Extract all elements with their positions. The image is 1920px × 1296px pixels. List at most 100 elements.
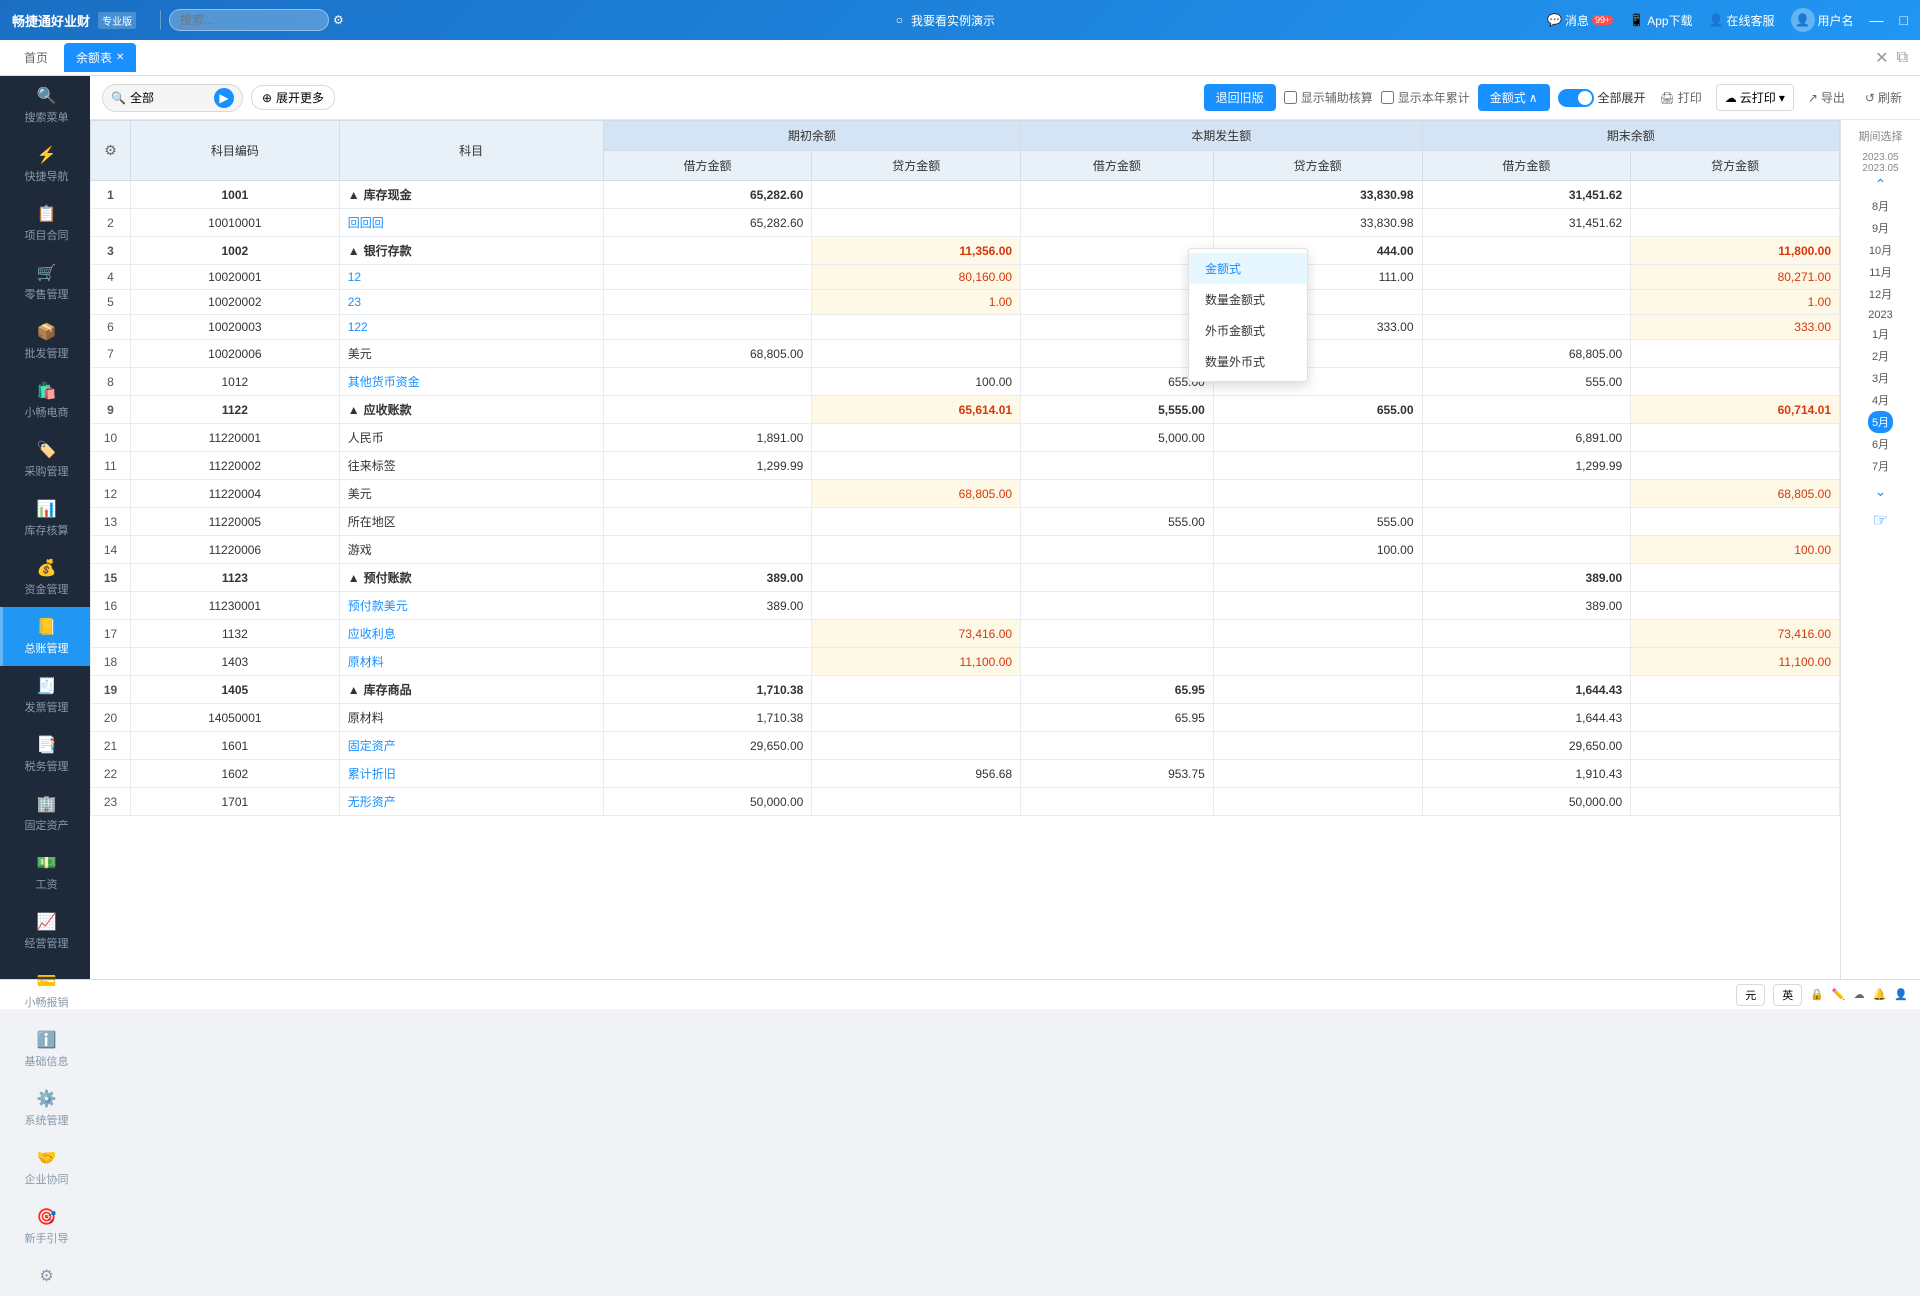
lock-icon[interactable]: 🔒 bbox=[1810, 988, 1824, 1001]
month-item[interactable]: 8月 bbox=[1865, 195, 1896, 217]
sidebar-item-collab[interactable]: 🤝企业协同 bbox=[0, 1138, 90, 1197]
demo-link-text[interactable]: 我要看实例演示 bbox=[911, 12, 995, 29]
account-link[interactable]: 固定资产 bbox=[348, 739, 396, 753]
account-link[interactable]: 122 bbox=[348, 320, 368, 334]
window-maximize-button[interactable]: □ bbox=[1900, 12, 1908, 28]
account-expand-icon[interactable]: ▲ bbox=[348, 403, 360, 417]
sidebar-item-basic[interactable]: ℹ️基础信息 bbox=[0, 1020, 90, 1079]
sidebar-item-tax[interactable]: 📑税务管理 bbox=[0, 725, 90, 784]
dropdown-item-数量金额式[interactable]: 数量金额式 bbox=[1189, 284, 1307, 315]
sidebar-item-salary[interactable]: 💵工资 bbox=[0, 843, 90, 902]
amount-mode-button[interactable]: 金额式 ∧ bbox=[1478, 84, 1550, 111]
cloud-print-caret: ▾ bbox=[1779, 91, 1785, 105]
month-item[interactable]: 9月 bbox=[1865, 217, 1896, 239]
message-button[interactable]: 💬 消息 99+ bbox=[1547, 12, 1613, 29]
account-link[interactable]: 23 bbox=[348, 295, 361, 309]
sidebar-item-assets[interactable]: 🏢固定资产 bbox=[0, 784, 90, 843]
show-ytd-check[interactable]: 显示本年累计 bbox=[1381, 89, 1470, 106]
return-old-version-button[interactable]: 退回旧版 bbox=[1204, 84, 1276, 111]
cloud-sync-icon[interactable]: ☁ bbox=[1854, 988, 1865, 1001]
dropdown-item-外币金额式[interactable]: 外币金额式 bbox=[1189, 315, 1307, 346]
window-close-button[interactable]: ✕ bbox=[1875, 48, 1888, 68]
bottom-en-button[interactable]: 英 bbox=[1773, 984, 1802, 1006]
all-expand-toggle[interactable]: 全部展开 bbox=[1558, 89, 1646, 107]
app-download-button[interactable]: 📱 App下载 bbox=[1629, 12, 1692, 29]
account-link[interactable]: 累计折旧 bbox=[348, 767, 396, 781]
dropdown-item-数量外币式[interactable]: 数量外币式 bbox=[1189, 346, 1307, 377]
sidebar-item-quicknav[interactable]: ⚡快捷导航 bbox=[0, 135, 90, 194]
month-item[interactable]: 3月 bbox=[1868, 367, 1893, 389]
sidebar-item-capital[interactable]: 💰资金管理 bbox=[0, 548, 90, 607]
cur-cr bbox=[1213, 788, 1422, 816]
month-item[interactable]: 10月 bbox=[1865, 239, 1896, 261]
sidebar-item-system[interactable]: ⚙️系统管理 bbox=[0, 1079, 90, 1138]
account-link[interactable]: 原材料 bbox=[348, 655, 384, 669]
sidebar-item-purchase[interactable]: 🏷️采购管理 bbox=[0, 430, 90, 489]
account-link[interactable]: 预付款美元 bbox=[348, 599, 408, 613]
account-expand-icon[interactable]: ▲ bbox=[348, 188, 360, 202]
dropdown-item-金额式[interactable]: 金额式 bbox=[1189, 253, 1307, 284]
account-expand-icon[interactable]: ▲ bbox=[348, 571, 360, 585]
sidebar-item-wholesale[interactable]: 📦批发管理 bbox=[0, 312, 90, 371]
user-icon[interactable]: 👤 bbox=[1894, 988, 1908, 1001]
period-prev-button[interactable]: ⌃ bbox=[1873, 174, 1889, 195]
show-aux-check[interactable]: 显示辅助核算 bbox=[1284, 89, 1373, 106]
bottom-yuan-button[interactable]: 元 bbox=[1736, 984, 1765, 1006]
account-link[interactable]: 无形资产 bbox=[348, 795, 396, 809]
month-item[interactable]: 2月 bbox=[1868, 345, 1893, 367]
user-avatar[interactable]: 👤 用户名 bbox=[1791, 8, 1854, 32]
period-next-button[interactable]: ⌄ bbox=[1873, 481, 1889, 502]
export-button[interactable]: ↗ 导出 bbox=[1802, 85, 1851, 110]
sidebar-item-search[interactable]: 🔍搜索菜单 bbox=[0, 76, 90, 135]
month-item[interactable]: 5月 bbox=[1868, 411, 1893, 433]
account-expand-icon[interactable]: ▲ bbox=[348, 244, 360, 258]
window-restore-button[interactable]: ⧉ bbox=[1897, 49, 1908, 67]
account-link[interactable]: 回回回 bbox=[348, 216, 384, 230]
sidebar-item-guide[interactable]: 🎯新手引导 bbox=[0, 1197, 90, 1256]
sidebar-item-invoice[interactable]: 🧾发票管理 bbox=[0, 666, 90, 725]
sidebar-item-ecommerce[interactable]: 🛍️小畅电商 bbox=[0, 371, 90, 430]
sidebar-item-sales[interactable]: 💳小畅报销 bbox=[0, 961, 90, 1020]
tab-balance[interactable]: 余额表 ✕ bbox=[64, 43, 136, 72]
month-item[interactable]: 6月 bbox=[1868, 433, 1893, 455]
cloud-print-button[interactable]: ☁ 云打印 ▾ bbox=[1716, 84, 1794, 111]
account-link[interactable]: 其他货币资金 bbox=[348, 375, 420, 389]
account-link[interactable]: 12 bbox=[348, 270, 361, 284]
tab-close-icon[interactable]: ✕ bbox=[116, 52, 124, 63]
sidebar-item-settings[interactable]: ⚙ bbox=[0, 1256, 90, 1296]
month-item[interactable]: 1月 bbox=[1868, 323, 1893, 345]
month-item[interactable]: 11月 bbox=[1865, 261, 1896, 283]
settings-icon[interactable]: ⚙ bbox=[333, 13, 344, 27]
month-item[interactable]: 12月 bbox=[1865, 283, 1896, 305]
print-button[interactable]: 🖨 打印 bbox=[1654, 85, 1708, 110]
edit-icon[interactable]: ✏️ bbox=[1832, 988, 1846, 1001]
sidebar-item-project[interactable]: 📋项目合同 bbox=[0, 194, 90, 253]
account-search-input[interactable] bbox=[130, 91, 210, 105]
sidebar-item-inventory[interactable]: 📊库存核算 bbox=[0, 489, 90, 548]
collab-icon: 🤝 bbox=[37, 1148, 57, 1168]
salary-icon: 💵 bbox=[37, 853, 57, 873]
system-icon: ⚙️ bbox=[37, 1089, 57, 1109]
account-expand-icon[interactable]: ▲ bbox=[348, 683, 360, 697]
cur-cr bbox=[1213, 620, 1422, 648]
refresh-button[interactable]: ↺ 刷新 bbox=[1859, 85, 1908, 110]
gear-icon[interactable]: ⚙ bbox=[104, 142, 117, 158]
online-service-button[interactable]: 👤 在线客服 bbox=[1709, 12, 1775, 29]
sidebar-item-retail[interactable]: 🛒零售管理 bbox=[0, 253, 90, 312]
show-ytd-checkbox[interactable] bbox=[1381, 91, 1394, 104]
month-item[interactable]: 7月 bbox=[1868, 455, 1893, 477]
window-minimize-button[interactable]: — bbox=[1870, 12, 1884, 28]
po-cr bbox=[812, 424, 1021, 452]
account-link[interactable]: 应收利息 bbox=[348, 627, 396, 641]
alert-icon[interactable]: 🔔 bbox=[1873, 988, 1887, 1001]
tab-home[interactable]: 首页 bbox=[12, 43, 60, 72]
account-nav-next-button[interactable]: ▶ bbox=[214, 88, 234, 108]
top-search-input[interactable] bbox=[169, 9, 329, 31]
toggle-switch[interactable] bbox=[1558, 89, 1594, 107]
show-aux-checkbox[interactable] bbox=[1284, 91, 1297, 104]
month-item[interactable]: 4月 bbox=[1868, 389, 1893, 411]
expand-more-button[interactable]: ⊕ 展开更多 bbox=[251, 85, 335, 110]
sidebar-item-operations[interactable]: 📈经营管理 bbox=[0, 902, 90, 961]
right-panel-collapse-button[interactable]: ☞ bbox=[1872, 510, 1888, 531]
sidebar-item-ledger[interactable]: 📒总账管理 bbox=[0, 607, 90, 666]
